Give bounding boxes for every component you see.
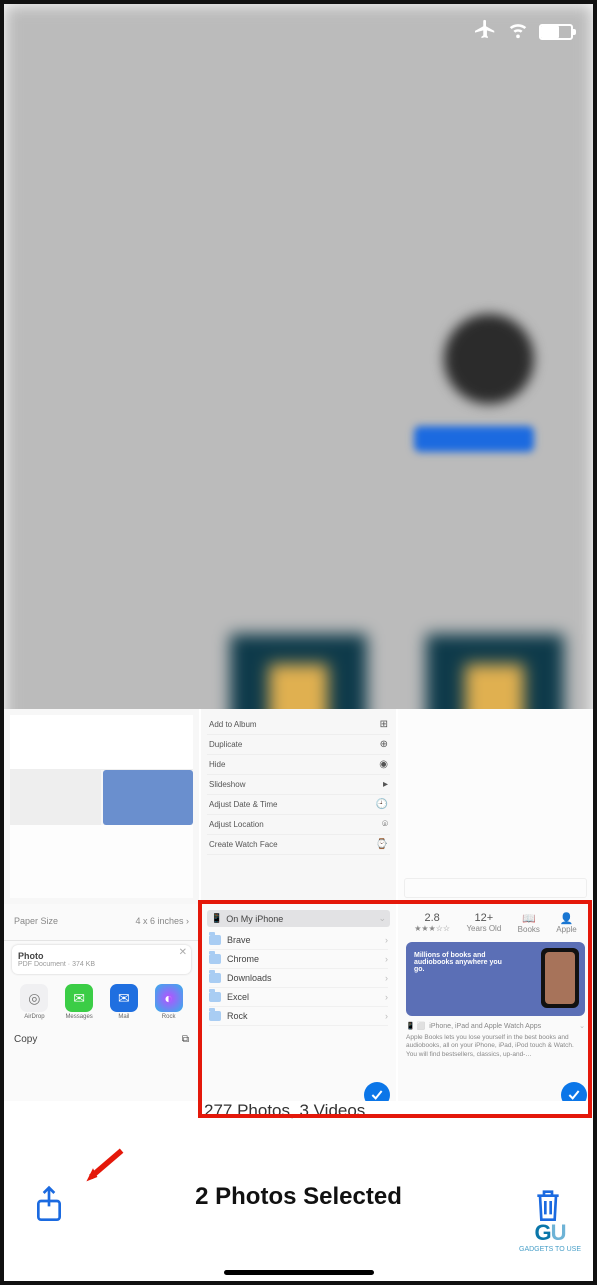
chevron-right-icon: › <box>385 973 388 983</box>
folder-downloads[interactable]: Downloads› <box>209 969 388 988</box>
clock-icon: 🕘 <box>376 799 388 810</box>
chevron-right-icon: › <box>385 992 388 1002</box>
share-button[interactable] <box>32 1185 66 1225</box>
airplane-icon <box>475 18 497 45</box>
menu-list: Add to Album⊞ Duplicate⊕ Hide◉ Slideshow… <box>207 715 390 855</box>
location-icon: ⌾ <box>382 819 388 830</box>
album-icon: ⊞ <box>380 719 388 730</box>
copy-label[interactable]: Copy <box>14 1034 37 1045</box>
thumb-row-6: Paper Size 4 x 6 inches › Photo PDF Docu… <box>4 904 593 1114</box>
battery-icon <box>539 24 573 40</box>
chevron-right-icon: › <box>385 935 388 945</box>
rock-icon[interactable]: ◐ <box>155 984 183 1012</box>
library-counts: 277 Photos, 3 Videos <box>204 1101 365 1121</box>
chevron-right-icon: › <box>385 1011 388 1021</box>
thumbnail-share-menu[interactable]: Add to Album⊞ Duplicate⊕ Hide◉ Slideshow… <box>201 709 396 904</box>
thumbnail-files-app[interactable]: 📱 On My iPhone ⌄ Brave› Chrome› Download… <box>201 904 396 1114</box>
folder-rock[interactable]: Rock› <box>209 1007 388 1026</box>
hide-icon: ◉ <box>379 759 388 770</box>
files-root[interactable]: 📱 On My iPhone ⌄ <box>207 910 390 927</box>
folder-icon <box>209 992 221 1002</box>
wifi-icon <box>507 18 529 45</box>
app-stats: 2.8★★★☆☆ 12+Years Old 📖Books 👤Apple <box>406 912 585 934</box>
thumb-row-5: Add to Album⊞ Duplicate⊕ Hide◉ Slideshow… <box>4 709 593 904</box>
copy-icon[interactable]: ⧉ <box>182 1034 189 1045</box>
button-blur <box>414 426 534 452</box>
airdrop-icon[interactable]: ◎ <box>20 984 48 1012</box>
folder-icon <box>209 973 221 983</box>
mail-icon[interactable]: ✉ <box>110 984 138 1012</box>
folder-list: Brave› Chrome› Downloads› Excel› Rock› <box>209 931 388 1026</box>
duplicate-icon: ⊕ <box>380 739 388 750</box>
phone-frame: Add to Album⊞ Duplicate⊕ Hide◉ Slideshow… <box>0 0 597 1285</box>
folder-brave[interactable]: Brave› <box>209 931 388 950</box>
status-bar <box>4 4 593 59</box>
compat-row: 📱 ⬜ iPhone, iPad and Apple Watch Apps ⌄ <box>406 1022 585 1030</box>
paper-size-label: Paper Size <box>14 916 58 926</box>
watermark: GU GADGETS TO USE <box>519 1220 581 1253</box>
photo-document-card: Photo PDF Document · 374 KB ✕ <box>12 945 191 974</box>
slideshow-icon: ▸ <box>383 779 388 790</box>
folder-icon <box>209 935 221 945</box>
thumbnail-blank[interactable] <box>398 709 593 904</box>
chevron-down-icon: ⌄ <box>378 913 386 924</box>
close-icon[interactable]: ✕ <box>179 947 187 958</box>
home-indicator[interactable] <box>224 1270 374 1275</box>
photo-grid-blur <box>4 4 593 804</box>
folder-icon <box>209 954 221 964</box>
folder-icon <box>209 1011 221 1021</box>
footer: 277 Photos, 3 Videos 2 Photos Selected <box>4 1101 593 1281</box>
phone-mockup <box>541 948 579 1008</box>
promo-card: Millions of books and audiobooks anywher… <box>406 942 585 1016</box>
watch-icon: ⌚ <box>376 839 388 850</box>
thumbnail-appstore-books[interactable]: 2.8★★★☆☆ 12+Years Old 📖Books 👤Apple Mill… <box>398 904 593 1114</box>
app-description: Apple Books lets you lose yourself in th… <box>406 1034 585 1059</box>
logo-blur <box>444 314 534 404</box>
chevron-right-icon: › <box>385 954 388 964</box>
messages-icon[interactable]: ✉ <box>65 984 93 1012</box>
annotation-arrow <box>82 1144 126 1193</box>
thumbnail-settings[interactable] <box>4 709 199 904</box>
paper-size-value: 4 x 6 inches › <box>135 916 189 926</box>
folder-excel[interactable]: Excel› <box>209 988 388 1007</box>
thumbnail-share-sheet[interactable]: Paper Size 4 x 6 inches › Photo PDF Docu… <box>4 904 199 1114</box>
folder-chrome[interactable]: Chrome› <box>209 950 388 969</box>
delete-button[interactable] <box>531 1185 565 1225</box>
phone-icon: 📱 <box>211 913 222 924</box>
